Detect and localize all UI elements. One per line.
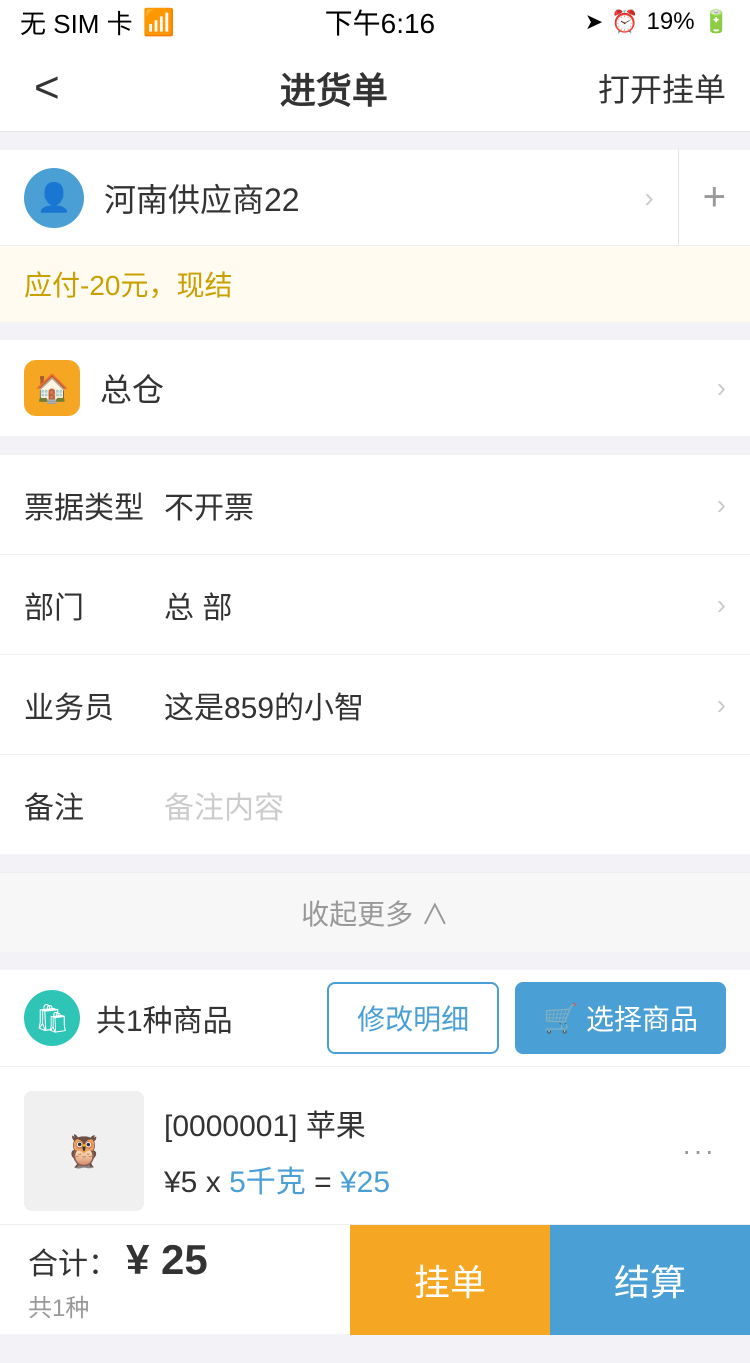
multiply-sign: x [206, 1166, 229, 1199]
home-icon: 🏠 [35, 372, 70, 405]
department-label: 部门 [24, 583, 164, 627]
chevron-right-icon: › [717, 372, 726, 404]
edit-detail-button[interactable]: 修改明细 [327, 982, 499, 1054]
checkout-button[interactable]: 结算 [550, 1225, 750, 1335]
subtotal-value: ¥25 [340, 1166, 390, 1199]
location-icon: ➤ [585, 9, 603, 35]
avatar-icon: 👤 [37, 181, 72, 214]
product-item: 🦉 [0000001] 苹果 ¥5 x 5千克 = ¥25 ··· [0, 1066, 750, 1235]
product-info: [0000001] 苹果 ¥5 x 5千克 = ¥25 [164, 1101, 652, 1201]
invoice-type-row[interactable]: 票据类型 不开票 › [0, 454, 750, 554]
product-price: ¥5 x 5千克 = ¥25 [164, 1157, 652, 1201]
open-pending-button[interactable]: 打开挂单 [598, 65, 726, 111]
total-amount: ¥ 25 [126, 1236, 208, 1284]
quantity-value: 5千克 [229, 1166, 306, 1199]
cart-icon: 🛒 [543, 1002, 578, 1035]
nav-bar: < 进货单 打开挂单 [0, 44, 750, 132]
products-header: 🛍 共1种商品 修改明细 🛒 选择商品 [0, 970, 750, 1066]
salesman-row[interactable]: 业务员 这是859的小智 › [0, 654, 750, 754]
note-row[interactable]: 备注 备注内容 [0, 754, 750, 854]
invoice-label: 票据类型 [24, 483, 164, 527]
select-product-label: 选择商品 [586, 998, 698, 1038]
salesman-label: 业务员 [24, 683, 164, 727]
back-button[interactable]: < [24, 53, 70, 123]
hang-order-button[interactable]: 挂单 [350, 1225, 550, 1335]
product-title: 苹果 [306, 1110, 366, 1143]
products-icon: 🛍 [24, 990, 80, 1046]
products-count: 共1种商品 [96, 996, 327, 1040]
product-thumbnail: 🦉 [24, 1091, 144, 1211]
chevron-right-icon: › [717, 689, 726, 721]
chevron-right-icon: › [717, 589, 726, 621]
salesman-value: 这是859的小智 [164, 683, 717, 727]
shopping-icon: 🛍 [34, 1002, 70, 1035]
battery-text: 19% [647, 8, 695, 36]
total-section: 合计： ¥ 25 共1种 [0, 1236, 350, 1323]
warehouse-row[interactable]: 🏠 总仓 › [0, 340, 750, 436]
department-row[interactable]: 部门 总 部 › [0, 554, 750, 654]
price-value: ¥5 [164, 1166, 197, 1199]
note-label: 备注 [24, 783, 164, 827]
warehouse-icon: 🏠 [24, 360, 80, 416]
payment-notice: 应付-20元，现结 [0, 246, 750, 322]
more-options-button[interactable]: ··· [672, 1125, 726, 1177]
status-time: 下午6:16 [325, 2, 436, 42]
supplier-section: 👤 河南供应商22 › + 应付-20元，现结 [0, 150, 750, 322]
product-thumb-icon: 🦉 [64, 1132, 104, 1170]
supplier-avatar: 👤 [24, 168, 84, 228]
bottom-bar: 合计： ¥ 25 共1种 挂单 结算 [0, 1224, 750, 1334]
select-product-button[interactable]: 🛒 选择商品 [515, 982, 726, 1054]
supplier-row[interactable]: 👤 河南供应商22 › + [0, 150, 750, 246]
add-supplier-button[interactable]: + [678, 150, 726, 246]
total-label: 合计： ¥ 25 [28, 1236, 350, 1284]
product-code: [0000001] [164, 1110, 297, 1143]
alarm-icon: ⏰ [611, 9, 638, 35]
supplier-name: 河南供应商22 [104, 175, 644, 221]
form-section: 票据类型 不开票 › 部门 总 部 › 业务员 这是859的小智 › 备注 备注… [0, 454, 750, 854]
status-carrier: 无 SIM 卡 📶 [20, 4, 175, 41]
chevron-right-icon: › [717, 489, 726, 521]
product-name: [0000001] 苹果 [164, 1101, 652, 1145]
status-bar: 无 SIM 卡 📶 下午6:16 ➤ ⏰ 19% 🔋 [0, 0, 750, 44]
note-placeholder: 备注内容 [164, 783, 726, 827]
invoice-value: 不开票 [164, 483, 717, 527]
chevron-right-icon: › [644, 182, 653, 214]
department-value: 总 部 [164, 583, 717, 627]
collapse-bar[interactable]: 收起更多 ∧ [0, 872, 750, 952]
warehouse-name: 总仓 [100, 365, 717, 411]
equals-sign: = [314, 1166, 340, 1199]
battery-icon: 🔋 [703, 9, 730, 35]
products-actions: 修改明细 🛒 选择商品 [327, 982, 726, 1054]
wifi-icon: 📶 [143, 7, 175, 38]
collapse-label: 收起更多 ∧ [301, 893, 449, 933]
warehouse-section: 🏠 总仓 › [0, 340, 750, 436]
status-right: ➤ ⏰ 19% 🔋 [585, 8, 730, 36]
nav-title: 进货单 [280, 62, 388, 114]
total-text: 合计： [28, 1239, 118, 1283]
products-section: 🛍 共1种商品 修改明细 🛒 选择商品 🦉 [0000001] 苹果 ¥5 x … [0, 970, 750, 1235]
carrier-text: 无 SIM 卡 [20, 4, 133, 41]
total-count: 共1种 [28, 1288, 350, 1323]
